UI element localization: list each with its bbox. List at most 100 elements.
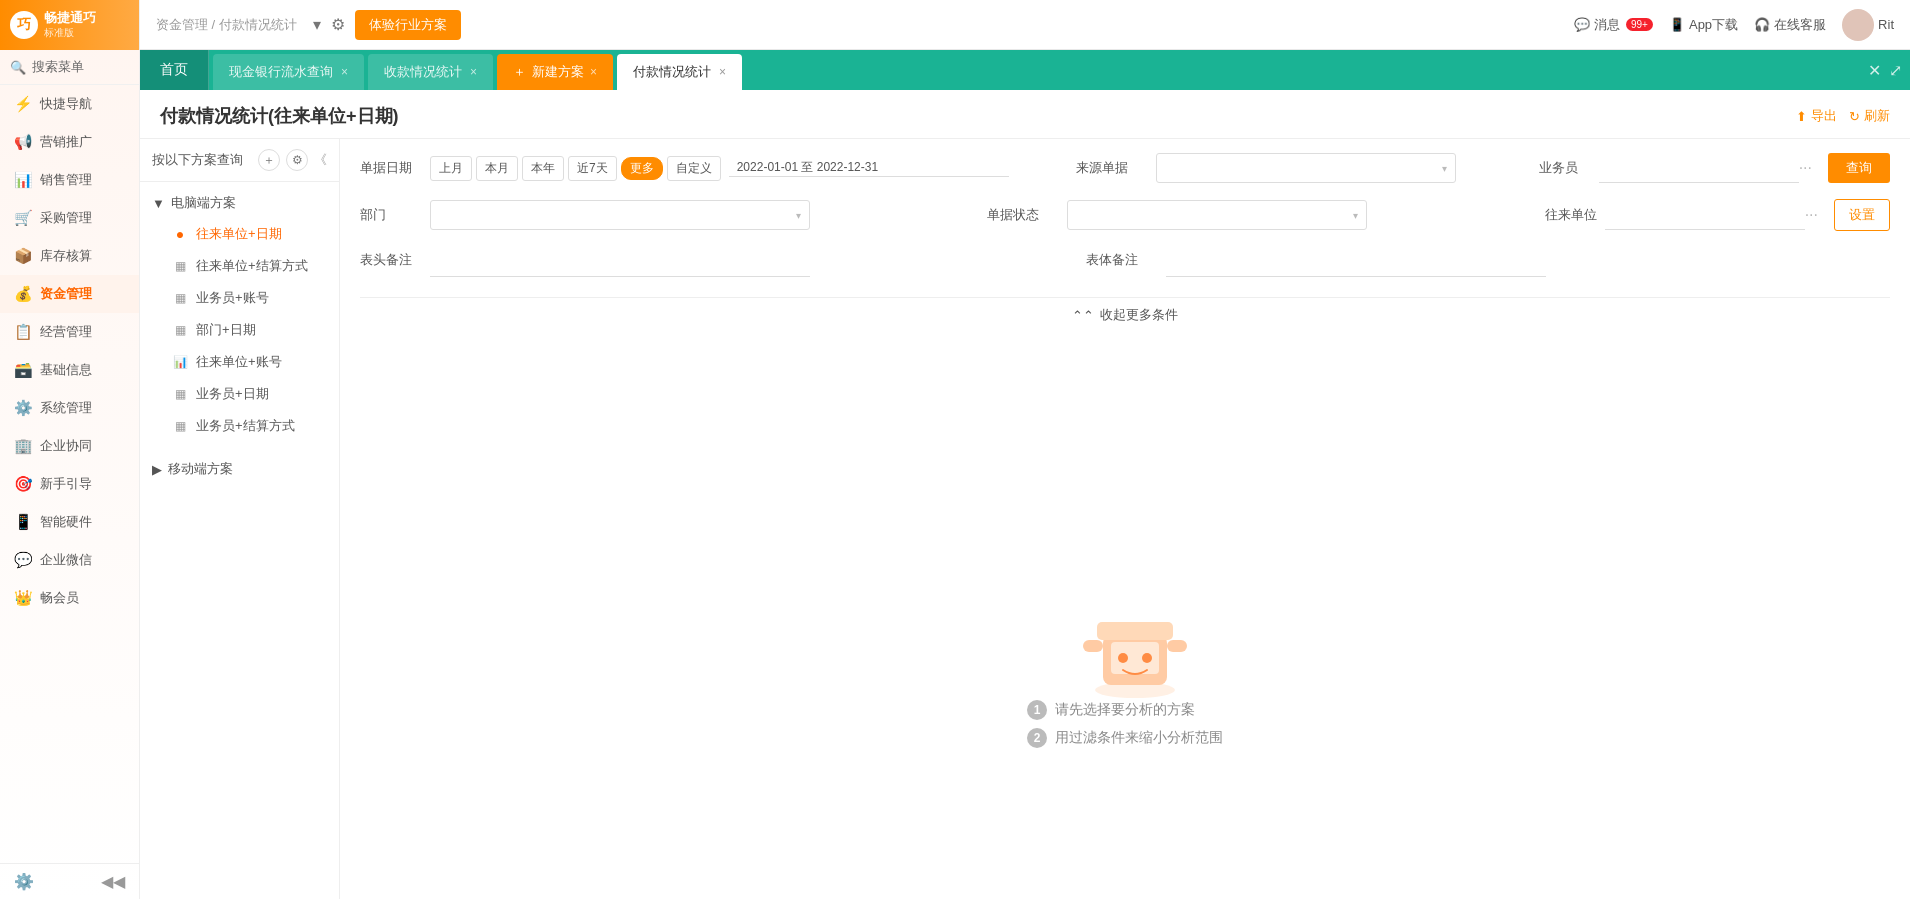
sidebar-item-system[interactable]: ⚙️ 系统管理 [0,389,139,427]
scheme-item-staff-settlement[interactable]: ▦ 业务员+结算方式 [140,410,339,442]
date-btn-last-month[interactable]: 上月 [430,156,472,181]
body-note-input[interactable] [1166,247,1546,277]
sidebar-nav: ⚡ 快捷导航 📢 营销推广 📊 销售管理 🛒 采购管理 📦 库存核算 💰 资金管… [0,85,139,863]
settings-scheme-btn[interactable]: ⚙ [286,149,308,171]
svg-rect-6 [1083,640,1103,652]
sidebar-item-purchase[interactable]: 🛒 采购管理 [0,199,139,237]
sidebar-item-label: 系统管理 [40,399,92,417]
app-download-btn[interactable]: 📱 App下载 [1669,16,1738,34]
sidebar-item-enterprise[interactable]: 🏢 企业协同 [0,427,139,465]
sidebar-item-guide[interactable]: 🎯 新手引导 [0,465,139,503]
body-note-label: 表体备注 [1086,247,1166,269]
status-select[interactable]: ▾ [1067,200,1367,230]
settings-btn[interactable]: 设置 [1834,199,1890,231]
tab-new-scheme[interactable]: ＋ 新建方案 × [497,54,613,90]
scheme-label-partner-date: 往来单位+日期 [196,225,282,243]
scheme-icon-dept-date: ▦ [172,322,188,338]
tab-home-label: 首页 [160,61,188,79]
scheme-item-staff-date[interactable]: ▦ 业务员+日期 [140,378,339,410]
search-icon: 🔍 [10,60,26,75]
scheme-item-staff-account[interactable]: ▦ 业务员+账号 [140,282,339,314]
staff-input[interactable] [1599,153,1799,183]
desktop-arrow-icon: ▼ [152,196,165,211]
sidebar-item-member[interactable]: 👑 畅会员 [0,579,139,617]
partner-input[interactable] [1605,200,1805,230]
filter-area: 单据日期 上月 本月 本年 近7天 更多 自定义 2022-01-01 至 20… [340,139,1910,439]
marketing-icon: 📢 [14,133,32,151]
date-btn-this-year[interactable]: 本年 [522,156,564,181]
filter-row-2: 部门 ▾ 单据状态 ▾ 往来单位 [360,199,1890,231]
refresh-btn[interactable]: ↻ 刷新 [1849,107,1890,125]
sidebar-item-finance[interactable]: 💰 资金管理 [0,275,139,313]
desktop-section-title[interactable]: ▼ 电脑端方案 [140,188,339,218]
collapse-conditions-btn[interactable]: ⌃⌃ 收起更多条件 [360,297,1890,332]
messages-btn[interactable]: 💬 消息 99+ [1574,16,1653,34]
scheme-item-dept-date[interactable]: ▦ 部门+日期 [140,314,339,346]
tab-new-scheme-close[interactable]: × [590,65,597,79]
search-menu[interactable]: 🔍 搜索菜单 [0,50,139,85]
partner-dots[interactable]: ··· [1805,206,1818,224]
date-btn-more[interactable]: 更多 [621,157,663,180]
scheme-item-partner-date[interactable]: ● 往来单位+日期 [140,218,339,250]
topbar-dropdown-icon[interactable]: ▾ [313,15,321,34]
scheme-item-partner-settlement[interactable]: ▦ 往来单位+结算方式 [140,250,339,282]
tabbar-close-btn[interactable]: ✕ [1868,61,1881,80]
sidebar-item-operation[interactable]: 📋 经营管理 [0,313,139,351]
operation-icon: 📋 [14,323,32,341]
tab-bank-close[interactable]: × [341,65,348,79]
add-scheme-btn[interactable]: ＋ [258,149,280,171]
export-btn[interactable]: ⬆ 导出 [1796,107,1837,125]
sidebar-collapse-icon[interactable]: ◀◀ [101,872,125,891]
scheme-item-partner-account[interactable]: 📊 往来单位+账号 [140,346,339,378]
tab-receipts-close[interactable]: × [470,65,477,79]
tab-new-scheme-label: 新建方案 [532,63,584,81]
search-label: 搜索菜单 [32,58,84,76]
empty-hint-1-text: 请先选择要分析的方案 [1055,701,1195,719]
industry-btn[interactable]: 体验行业方案 [355,10,461,40]
sidebar-item-inventory[interactable]: 📦 库存核算 [0,237,139,275]
date-btn-custom[interactable]: 自定义 [667,156,721,181]
sidebar-item-label: 销售管理 [40,171,92,189]
collapse-label: 收起更多条件 [1100,306,1178,324]
dept-select[interactable]: ▾ [430,200,810,230]
app-icon: 📱 [1669,17,1685,32]
tab-home[interactable]: 首页 [140,50,209,90]
mobile-section-title[interactable]: ▶ 移动端方案 [140,454,339,484]
source-select[interactable]: ▾ [1156,153,1456,183]
scheme-icon-partner-account: 📊 [172,354,188,370]
tab-payments-close[interactable]: × [719,65,726,79]
sidebar-item-marketing[interactable]: 📢 营销推广 [0,123,139,161]
new-scheme-icon: ＋ [513,63,526,81]
export-label: 导出 [1811,107,1837,125]
sidebar-item-hardware[interactable]: 📱 智能硬件 [0,503,139,541]
online-service-btn[interactable]: 🎧 在线客服 [1754,16,1826,34]
header-note-input[interactable] [430,247,810,277]
sidebar-settings-icon[interactable]: ⚙️ [14,872,34,891]
sidebar-item-label: 企业协同 [40,437,92,455]
date-btn-this-month[interactable]: 本月 [476,156,518,181]
user-avatar-btn[interactable]: Rit [1842,9,1894,41]
sidebar-item-wechat[interactable]: 💬 企业微信 [0,541,139,579]
sidebar-item-basic[interactable]: 🗃️ 基础信息 [0,351,139,389]
staff-dots[interactable]: ··· [1799,159,1812,177]
tab-bank[interactable]: 现金银行流水查询 × [213,54,364,90]
date-btn-7days[interactable]: 近7天 [568,156,617,181]
tab-receipts[interactable]: 收款情况统计 × [368,54,493,90]
collapse-scheme-btn[interactable]: 《 [314,151,327,169]
topbar-settings-icon[interactable]: ⚙ [331,15,345,34]
breadcrumb-text: 资金管理 / 付款情况统计 [156,16,297,34]
collapse-up-icon: ⌃⌃ [1072,308,1094,323]
tabbar-expand-btn[interactable]: ⤢ [1889,61,1902,80]
topbar: 资金管理 / 付款情况统计 ▾ ⚙ 体验行业方案 💬 消息 99+ 📱 App下… [140,0,1910,50]
sidebar-item-label: 基础信息 [40,361,92,379]
sidebar-item-quick-nav[interactable]: ⚡ 快捷导航 [0,85,139,123]
sidebar-item-label: 快捷导航 [40,95,92,113]
sidebar-item-label: 资金管理 [40,285,92,303]
svg-rect-7 [1167,640,1187,652]
tab-payments[interactable]: 付款情况统计 × [617,54,742,90]
mobile-arrow-icon: ▶ [152,462,162,477]
tab-payments-label: 付款情况统计 [633,63,711,81]
query-btn[interactable]: 查询 [1828,153,1890,183]
sidebar-item-label: 营销推广 [40,133,92,151]
sidebar-item-sales[interactable]: 📊 销售管理 [0,161,139,199]
